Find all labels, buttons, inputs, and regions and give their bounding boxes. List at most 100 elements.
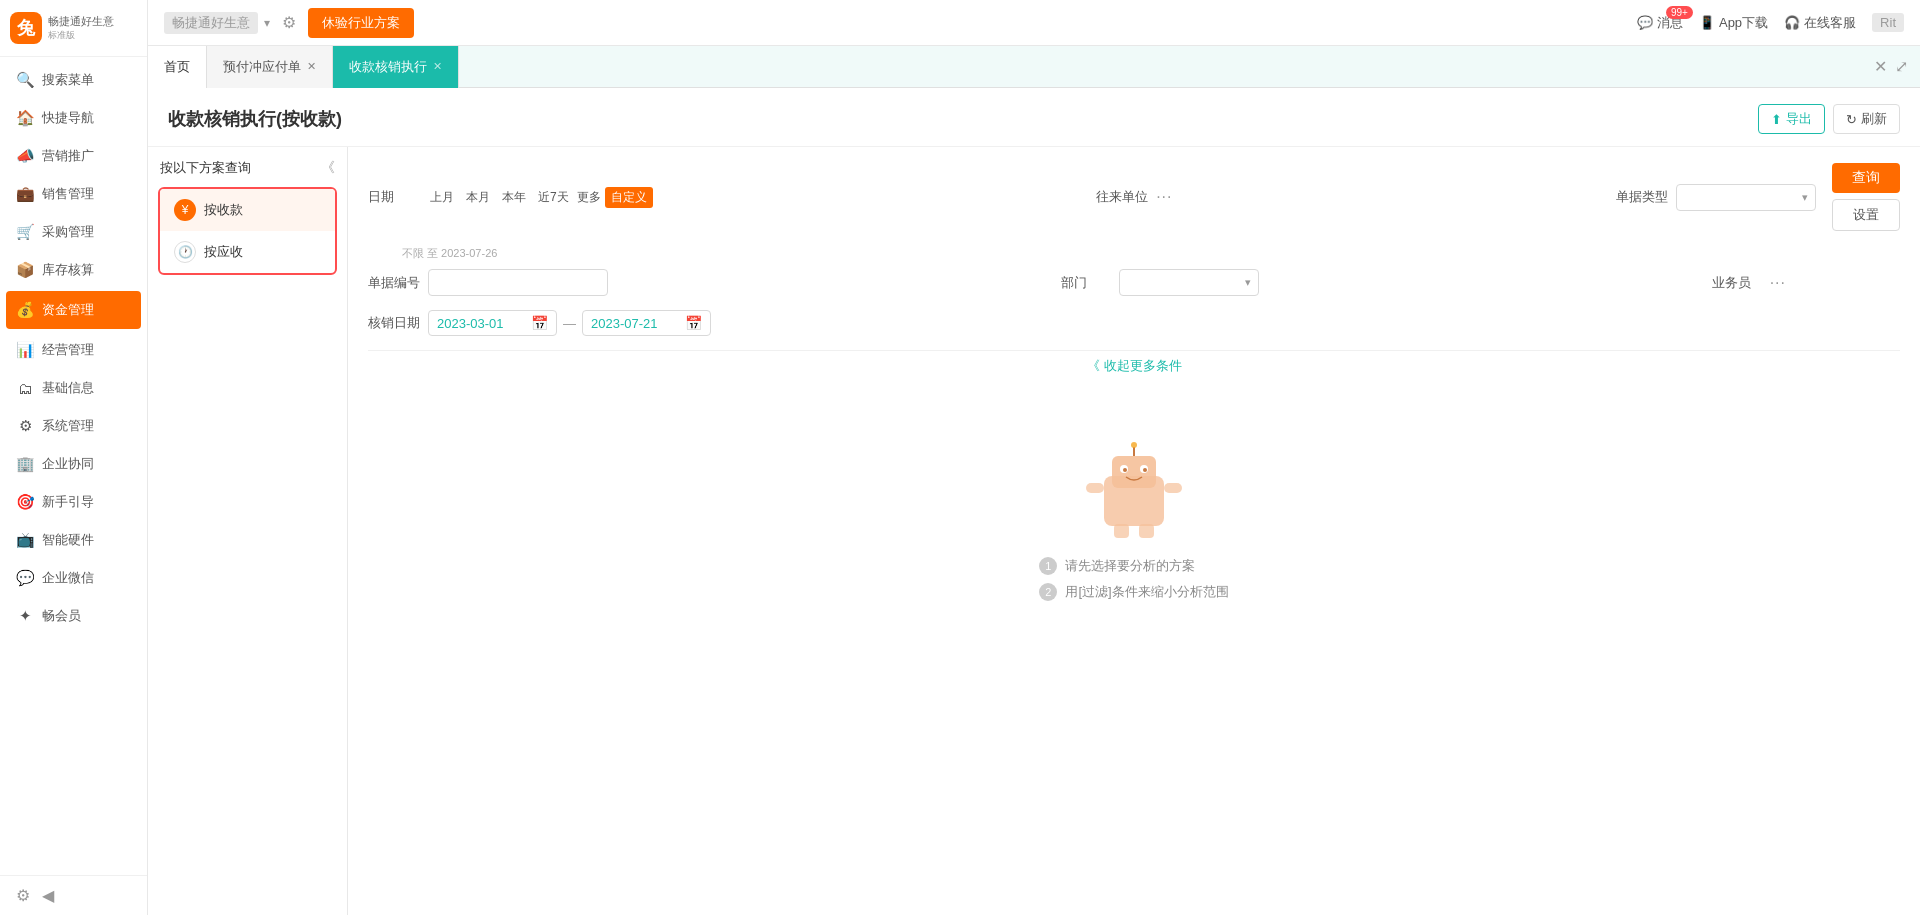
verify-date-start-input[interactable]: [437, 316, 527, 331]
sidebar-item-inventory[interactable]: 📦 库存核算: [0, 251, 147, 289]
doc-type-select[interactable]: [1676, 184, 1816, 211]
sidebar-settings-btn[interactable]: ⚙: [16, 886, 30, 905]
sidebar-collapse-btn[interactable]: ◀: [42, 886, 54, 905]
sidebar-item-label: 采购管理: [42, 223, 94, 241]
sidebar-item-purchase[interactable]: 🛒 采购管理: [0, 213, 147, 251]
sidebar-item-label: 快捷导航: [42, 109, 94, 127]
filter-item-by-receivable[interactable]: 🕐 按应收: [160, 231, 335, 273]
message-action[interactable]: 💬 消息 99+: [1637, 14, 1683, 32]
calendar-end-icon[interactable]: 📅: [685, 315, 702, 331]
svg-rect-1: [1112, 456, 1156, 488]
message-icon: 💬: [1637, 15, 1653, 30]
step-1-num: 1: [1039, 557, 1057, 575]
empty-step-1: 1 请先选择要分析的方案: [1039, 557, 1228, 575]
chevron-down-icon[interactable]: ▾: [264, 16, 270, 30]
tab-prepay[interactable]: 预付冲应付单 ✕: [207, 46, 333, 88]
empty-step-2: 2 用[过滤]条件来缩小分析范围: [1039, 583, 1228, 601]
svg-point-11: [1131, 442, 1137, 448]
purchase-icon: 🛒: [16, 223, 34, 241]
hardware-icon: 📺: [16, 531, 34, 549]
filter-box: ¥ 按收款 🕐 按应收: [158, 187, 337, 275]
receivable-icon: 🕐: [174, 241, 196, 263]
doc-no-input[interactable]: [428, 269, 608, 296]
tab-receipt-verify[interactable]: 收款核销执行 ✕: [333, 46, 459, 88]
verify-date-start-wrap: 📅: [428, 310, 557, 336]
app-download-action[interactable]: 📱 App下载: [1699, 14, 1768, 32]
export-button[interactable]: ⬆ 导出: [1758, 104, 1825, 134]
date-field: 日期 上月 本月 本年 近7天 更多 自定义: [368, 187, 653, 208]
tab-expand-icon[interactable]: ⤢: [1895, 57, 1908, 76]
department-field: 部门 ▾: [1061, 269, 1259, 296]
page-container: 收款核销执行(按收款) ⬆ 导出 ↻ 刷新 按以下方案查询 《: [148, 88, 1920, 915]
logo-badge: 标准版: [48, 29, 114, 42]
date-last-month[interactable]: 上月: [426, 187, 458, 208]
sidebar-item-search[interactable]: 🔍 搜索菜单: [0, 61, 147, 99]
date-this-year[interactable]: 本年: [498, 187, 530, 208]
solution-button[interactable]: 休验行业方案: [308, 8, 414, 38]
export-icon: ⬆: [1771, 112, 1782, 127]
sidebar-item-label: 系统管理: [42, 417, 94, 435]
sidebar-item-hardware[interactable]: 📺 智能硬件: [0, 521, 147, 559]
topbar-settings-icon[interactable]: ⚙: [282, 13, 296, 32]
salesperson-select-btn[interactable]: ···: [1770, 274, 1786, 292]
sidebar-item-label: 销售管理: [42, 185, 94, 203]
collapse-more-btn[interactable]: 《 收起更多条件: [368, 350, 1900, 381]
tab-prepay-close[interactable]: ✕: [307, 60, 316, 73]
page-header: 收款核销执行(按收款) ⬆ 导出 ↻ 刷新: [148, 88, 1920, 147]
sidebar-item-basic-info[interactable]: 🗂 基础信息: [0, 369, 147, 407]
sidebar-item-wechat[interactable]: 💬 企业微信: [0, 559, 147, 597]
sidebar-item-operation[interactable]: 📊 经营管理: [0, 331, 147, 369]
department-select-wrap: ▾: [1119, 269, 1259, 296]
filter-panel: 按以下方案查询 《 ¥ 按收款 🕐 按应收: [148, 147, 348, 915]
setting-button[interactable]: 设置: [1832, 199, 1900, 231]
svg-rect-6: [1086, 483, 1104, 493]
logo-icon: 兔: [10, 12, 42, 44]
topbar: 畅捷通好生意 ▾ ⚙ 休验行业方案 💬 消息 99+ 📱 App下载 🎧 在线客…: [148, 0, 1920, 46]
salesperson-label: 业务员: [1712, 274, 1762, 292]
tab-home-label: 首页: [164, 58, 190, 76]
sidebar-item-marketing[interactable]: 📣 营销推广: [0, 137, 147, 175]
query-button[interactable]: 查询: [1832, 163, 1900, 193]
app-download-icon: 📱: [1699, 15, 1715, 30]
receipt-icon: ¥: [174, 199, 196, 221]
empty-state: 1 请先选择要分析的方案 2 用[过滤]条件来缩小分析范围: [368, 381, 1900, 661]
sidebar-item-sales[interactable]: 💼 销售管理: [0, 175, 147, 213]
sidebar-item-label: 智能硬件: [42, 531, 94, 549]
sidebar-item-label: 库存核算: [42, 261, 94, 279]
refresh-button[interactable]: ↻ 刷新: [1833, 104, 1900, 134]
sidebar-item-enterprise[interactable]: 🏢 企业协同: [0, 445, 147, 483]
operation-icon: 📊: [16, 341, 34, 359]
empty-steps: 1 请先选择要分析的方案 2 用[过滤]条件来缩小分析范围: [1039, 557, 1228, 601]
svg-point-4: [1123, 468, 1127, 472]
online-service-label: 在线客服: [1804, 14, 1856, 32]
sidebar-item-label: 企业微信: [42, 569, 94, 587]
online-service-action[interactable]: 🎧 在线客服: [1784, 14, 1856, 32]
department-select[interactable]: [1119, 269, 1259, 296]
tabbar: 首页 预付冲应付单 ✕ 收款核销执行 ✕ ✕ ⤢: [148, 46, 1920, 88]
filter-item-by-receipt[interactable]: ¥ 按收款: [160, 189, 335, 231]
date-note-row: 不限 至 2023-07-26: [398, 245, 1900, 261]
calendar-start-icon[interactable]: 📅: [531, 315, 548, 331]
sidebar-item-label: 新手引导: [42, 493, 94, 511]
sidebar-item-system[interactable]: ⚙ 系统管理: [0, 407, 147, 445]
date-custom-btn[interactable]: 自定义: [605, 187, 653, 208]
wechat-icon: 💬: [16, 569, 34, 587]
date-this-month[interactable]: 本月: [462, 187, 494, 208]
sidebar-item-member[interactable]: ✦ 畅会员: [0, 597, 147, 635]
date-more-btn[interactable]: 更多: [577, 189, 601, 206]
date-last-7-days[interactable]: 近7天: [534, 187, 573, 208]
tab-close-all-icon[interactable]: ✕: [1874, 57, 1887, 76]
search-icon: 🔍: [16, 71, 34, 89]
tab-receipt-verify-close[interactable]: ✕: [433, 60, 442, 73]
sidebar-item-finance[interactable]: 💰 资金管理: [6, 291, 141, 329]
filter-collapse-btn[interactable]: 《: [321, 159, 335, 177]
verify-date-label: 核销日期: [368, 314, 420, 332]
user-text[interactable]: Rit: [1872, 13, 1904, 32]
verify-date-end-input[interactable]: [591, 316, 681, 331]
sidebar-item-quick-nav[interactable]: 🏠 快捷导航: [0, 99, 147, 137]
counterpart-select-btn[interactable]: ···: [1156, 188, 1172, 206]
query-area: 日期 上月 本月 本年 近7天 更多 自定义 往来单位 ···: [348, 147, 1920, 915]
tab-home[interactable]: 首页: [148, 46, 207, 88]
filter-panel-title: 按以下方案查询: [160, 159, 251, 177]
sidebar-item-guide[interactable]: 🎯 新手引导: [0, 483, 147, 521]
